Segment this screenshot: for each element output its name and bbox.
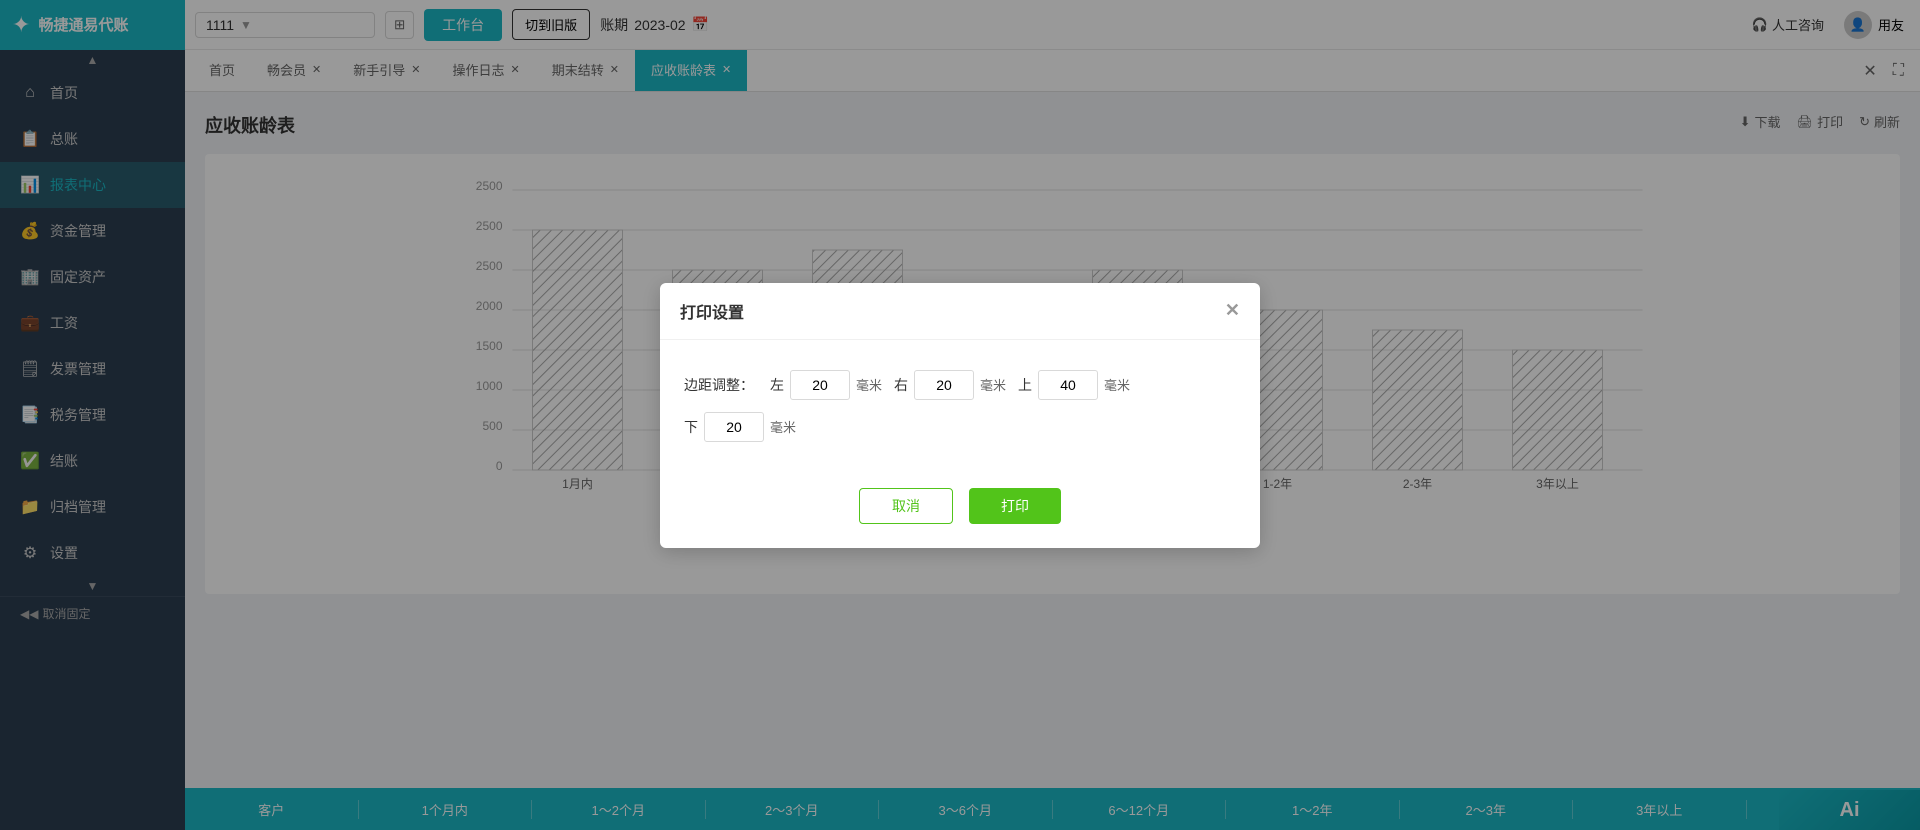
modal-body: 边距调整： 左 毫米 右 毫米 上 毫米 下 (660, 340, 1260, 472)
margin-left-group: 左 毫米 (770, 370, 882, 400)
bottom-margin-input[interactable] (704, 412, 764, 442)
margin-bottom-group: 下 毫米 (684, 412, 796, 442)
print-settings-dialog: 打印设置 ✕ 边距调整： 左 毫米 右 毫米 上 毫米 (660, 283, 1260, 548)
modal-title: 打印设置 (680, 299, 744, 323)
left-margin-input[interactable] (790, 370, 850, 400)
modal-close-button[interactable]: ✕ (1225, 300, 1240, 321)
modal-footer: 取消 打印 (660, 472, 1260, 548)
right-unit: 毫米 (980, 375, 1006, 394)
margin-form-row: 边距调整： 左 毫米 右 毫米 上 毫米 下 (684, 370, 1236, 442)
left-unit: 毫米 (856, 375, 882, 394)
margin-right-group: 右 毫米 (894, 370, 1006, 400)
bottom-unit: 毫米 (770, 417, 796, 436)
right-margin-input[interactable] (914, 370, 974, 400)
modal-header: 打印设置 ✕ (660, 283, 1260, 340)
cancel-button[interactable]: 取消 (859, 488, 953, 524)
top-unit: 毫米 (1104, 375, 1130, 394)
margin-label: 边距调整： (684, 375, 754, 395)
top-label: 上 (1018, 375, 1032, 395)
bottom-label: 下 (684, 417, 698, 437)
right-label: 右 (894, 375, 908, 395)
margin-top-group: 上 毫米 (1018, 370, 1130, 400)
left-label: 左 (770, 375, 784, 395)
top-margin-input[interactable] (1038, 370, 1098, 400)
modal-overlay: 打印设置 ✕ 边距调整： 左 毫米 右 毫米 上 毫米 (0, 0, 1920, 830)
confirm-print-button[interactable]: 打印 (969, 488, 1061, 524)
